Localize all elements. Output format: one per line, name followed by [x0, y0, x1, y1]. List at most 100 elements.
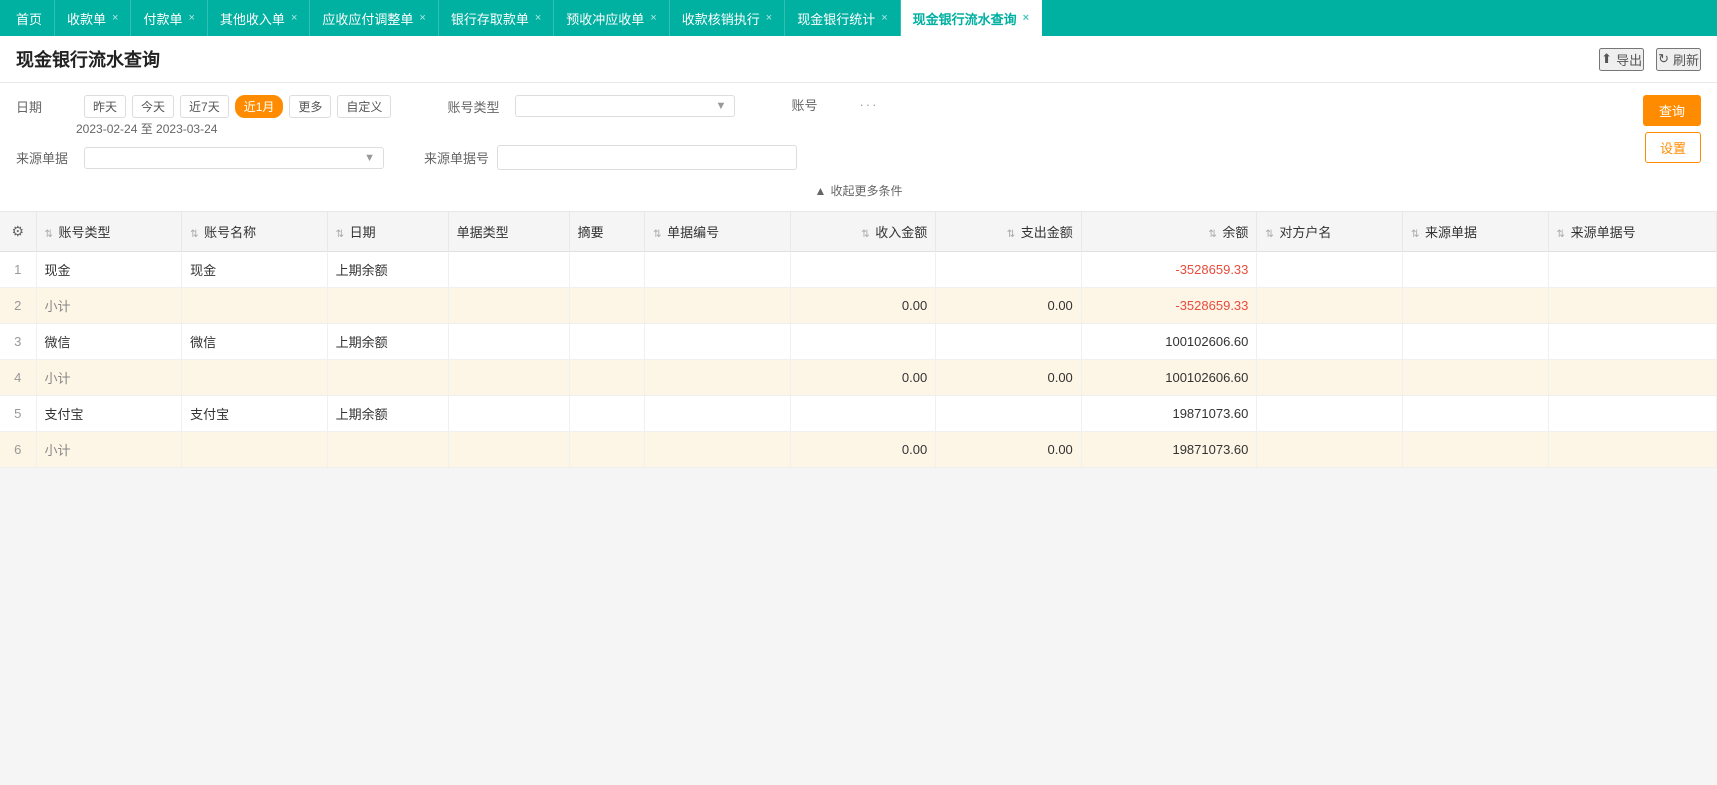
cell-source-doc [1402, 432, 1548, 468]
nav-payment-close[interactable]: × [188, 12, 194, 24]
cell-summary [569, 288, 644, 324]
refresh-icon: ↻ [1658, 51, 1669, 67]
cell-source-doc-no [1548, 432, 1716, 468]
col-account-name[interactable]: ⇅ 账号名称 [182, 212, 328, 252]
source-doc-chevron: ▼ [364, 152, 375, 164]
date-yesterday[interactable]: 昨天 [84, 95, 126, 118]
export-button[interactable]: ⬆ 导出 [1599, 48, 1644, 71]
collapse-bar[interactable]: ▲ 收起更多条件 [16, 178, 1701, 199]
account-dots[interactable]: ··· [859, 97, 878, 112]
nav-prepay-close[interactable]: × [650, 12, 656, 24]
date-1month[interactable]: 近1月 [235, 95, 284, 118]
cell-counterparty [1257, 324, 1403, 360]
right-buttons: 查询 设置 [1643, 95, 1701, 163]
col-source-doc[interactable]: ⇅ 来源单据 [1402, 212, 1548, 252]
nav-cash-bank-flow-label: 现金银行流水查询 [913, 9, 1017, 28]
settings-button[interactable]: 设置 [1645, 132, 1701, 163]
nav-other-income-label: 其他收入单 [220, 9, 285, 28]
col-counterparty[interactable]: ⇅ 对方户名 [1257, 212, 1403, 252]
nav-cash-bank-stats-close[interactable]: × [881, 12, 887, 24]
cell-income [790, 396, 936, 432]
cell-row-num: 4 [0, 360, 36, 396]
nav-bank-deposit-close[interactable]: × [535, 12, 541, 24]
cell-expense: 0.00 [936, 288, 1082, 324]
cell-source-doc [1402, 396, 1548, 432]
cell-source-doc [1402, 288, 1548, 324]
cell-balance: -3528659.33 [1081, 288, 1257, 324]
cell-account-name: 支付宝 [182, 396, 328, 432]
cell-doc-no [645, 324, 791, 360]
date-today[interactable]: 今天 [132, 95, 174, 118]
nav-cash-bank-flow-close[interactable]: × [1023, 12, 1029, 24]
query-button[interactable]: 查询 [1643, 95, 1701, 126]
nav-other-income[interactable]: 其他收入单 × [208, 0, 310, 36]
nav-adjustment-close[interactable]: × [419, 12, 425, 24]
cell-date [327, 432, 448, 468]
date-7days[interactable]: 近7天 [180, 95, 229, 118]
cell-counterparty [1257, 288, 1403, 324]
nav-other-income-close[interactable]: × [291, 12, 297, 24]
date-range-display: 2023-02-24 至 2023-03-24 [76, 120, 391, 137]
cell-expense: 0.00 [936, 360, 1082, 396]
nav-payment[interactable]: 付款单 × [131, 0, 207, 36]
col-date[interactable]: ⇅ 日期 [327, 212, 448, 252]
col-balance[interactable]: ⇅ 余额 [1081, 212, 1257, 252]
cell-counterparty [1257, 396, 1403, 432]
col-source-doc-no[interactable]: ⇅ 来源单据号 [1548, 212, 1716, 252]
date-custom[interactable]: 自定义 [337, 95, 391, 118]
cell-income [790, 324, 936, 360]
refresh-button[interactable]: ↻ 刷新 [1656, 48, 1701, 71]
table-row: 5 支付宝 支付宝 上期余额 19871073.60 [0, 396, 1717, 432]
nav-collection-close[interactable]: × [766, 12, 772, 24]
cell-summary [569, 252, 644, 288]
cell-balance: -3528659.33 [1081, 252, 1257, 288]
cell-summary [569, 324, 644, 360]
cell-account-name [182, 288, 328, 324]
refresh-label: 刷新 [1673, 50, 1699, 69]
account-type-select[interactable]: ▼ [515, 95, 735, 117]
page-header: 现金银行流水查询 ⬆ 导出 ↻ 刷新 [0, 36, 1717, 83]
cell-doc-no [645, 288, 791, 324]
cell-counterparty [1257, 432, 1403, 468]
col-doc-no[interactable]: ⇅ 单据编号 [645, 212, 791, 252]
cell-doc-type [448, 324, 569, 360]
date-options: 昨天 今天 近7天 近1月 更多 自定义 [84, 95, 391, 118]
nav-payment-label: 付款单 [143, 9, 182, 28]
cell-account-type: 现金 [36, 252, 182, 288]
nav-bank-deposit[interactable]: 银行存取款单 × [439, 0, 554, 36]
cell-doc-type [448, 360, 569, 396]
nav-adjustment[interactable]: 应收应付调整单 × [310, 0, 438, 36]
source-doc-no-input[interactable] [497, 145, 797, 170]
nav-cash-bank-stats[interactable]: 现金银行统计 × [785, 0, 900, 36]
cell-income: 0.00 [790, 360, 936, 396]
nav-prepay[interactable]: 预收冲应收单 × [554, 0, 669, 36]
nav-receipt[interactable]: 收款单 × [55, 0, 131, 36]
nav-home[interactable]: 首页 [4, 0, 55, 36]
col-expense[interactable]: ⇅ 支出金额 [936, 212, 1082, 252]
top-navigation: 首页 收款单 × 付款单 × 其他收入单 × 应收应付调整单 × 银行存取款单 … [0, 0, 1717, 36]
sort-icon2: ⇅ [190, 229, 198, 240]
page-title: 现金银行流水查询 [16, 46, 160, 72]
settings-icon[interactable]: ⚙ [11, 223, 24, 239]
cell-source-doc-no [1548, 288, 1716, 324]
col-income[interactable]: ⇅ 收入金额 [790, 212, 936, 252]
nav-receipt-close[interactable]: × [112, 12, 118, 24]
sort-icon7: ⇅ [1208, 229, 1216, 240]
date-more[interactable]: 更多 [289, 95, 331, 118]
cell-row-num: 1 [0, 252, 36, 288]
nav-collection[interactable]: 收款核销执行 × [670, 0, 785, 36]
col-settings[interactable]: ⚙ [0, 212, 36, 252]
cell-source-doc-no [1548, 252, 1716, 288]
sort-icon8: ⇅ [1265, 229, 1273, 240]
nav-cash-bank-flow[interactable]: 现金银行流水查询 × [901, 0, 1042, 36]
col-summary: 摘要 [569, 212, 644, 252]
source-doc-select[interactable]: ▼ [84, 147, 384, 169]
col-account-type[interactable]: ⇅ 账号类型 [36, 212, 182, 252]
export-label: 导出 [1616, 50, 1642, 69]
cell-counterparty [1257, 252, 1403, 288]
cell-expense [936, 252, 1082, 288]
cell-account-name [182, 432, 328, 468]
cell-balance: 100102606.60 [1081, 324, 1257, 360]
cell-date [327, 288, 448, 324]
cell-balance: 100102606.60 [1081, 360, 1257, 396]
